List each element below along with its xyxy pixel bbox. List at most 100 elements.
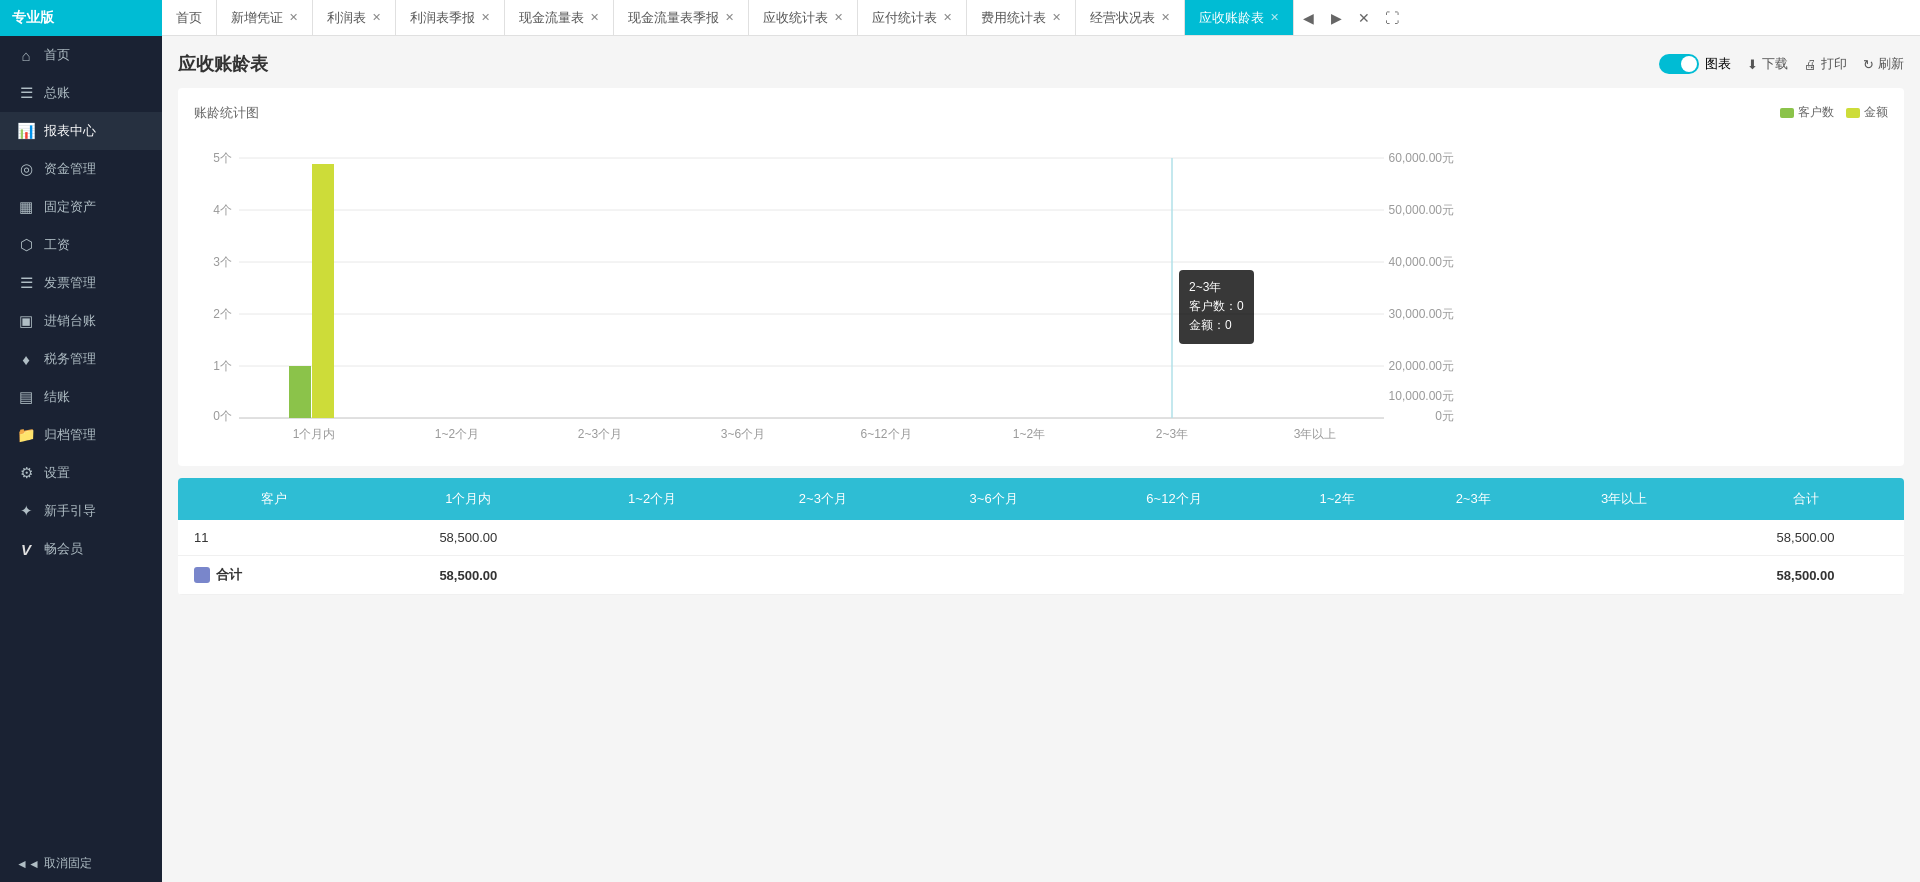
table-total-row: 合计 58,500.00 58,500.00: [178, 556, 1904, 595]
tab-cashflow-close[interactable]: ✕: [590, 11, 599, 24]
cell-y23: [1405, 520, 1541, 556]
assets-icon: ▦: [16, 198, 36, 216]
svg-text:1个: 1个: [213, 359, 232, 373]
download-label: 下载: [1762, 55, 1788, 73]
legend-customers: 客户数: [1780, 104, 1834, 121]
tab-profit-quarterly-label: 利润表季报: [410, 9, 475, 27]
tab-cashflow-quarterly[interactable]: 现金流量表季报 ✕: [614, 0, 749, 36]
sidebar-item-salary[interactable]: ⬡ 工资: [0, 226, 162, 264]
ledger-icon: ☰: [16, 84, 36, 102]
page-title: 应收账龄表: [178, 52, 268, 76]
sidebar-item-archive-label: 归档管理: [44, 426, 96, 444]
svg-text:1~2年: 1~2年: [1013, 427, 1045, 441]
cell-m36: [908, 520, 1079, 556]
col-y3plus: 3年以上: [1541, 478, 1707, 520]
tab-expense-stats-label: 费用统计表: [981, 9, 1046, 27]
sidebar-collapse[interactable]: ◄◄ 取消固定: [0, 845, 162, 882]
svg-text:30,000.00元: 30,000.00元: [1389, 307, 1454, 321]
tab-cashflow-label: 现金流量表: [519, 9, 584, 27]
total-m612: [1079, 556, 1269, 595]
svg-text:1个月内: 1个月内: [293, 427, 336, 441]
cell-customer: 11: [178, 520, 370, 556]
tab-profit[interactable]: 利润表 ✕: [313, 0, 396, 36]
svg-text:2个: 2个: [213, 307, 232, 321]
cell-m612: [1079, 520, 1269, 556]
sidebar-item-assets[interactable]: ▦ 固定资产: [0, 188, 162, 226]
tab-ap-stats[interactable]: 应付统计表 ✕: [858, 0, 967, 36]
tab-home[interactable]: 首页: [162, 0, 217, 36]
sidebar-item-invoice[interactable]: ☰ 发票管理: [0, 264, 162, 302]
page-content: 应收账龄表 图表 ⬇ 下载 🖨 打印 ↻ 刷新: [162, 36, 1920, 882]
sidebar-item-archive[interactable]: 📁 归档管理: [0, 416, 162, 454]
total-y23: [1405, 556, 1541, 595]
sidebar-item-reports-label: 报表中心: [44, 122, 96, 140]
tab-ar-stats-close[interactable]: ✕: [834, 11, 843, 24]
tab-profit-quarterly-close[interactable]: ✕: [481, 11, 490, 24]
tab-ap-stats-close[interactable]: ✕: [943, 11, 952, 24]
tab-profit-close[interactable]: ✕: [372, 11, 381, 24]
tab-expense-stats-close[interactable]: ✕: [1052, 11, 1061, 24]
col-y23: 2~3年: [1405, 478, 1541, 520]
bar-customers-1: [289, 366, 311, 418]
tab-next-btn[interactable]: ▶: [1322, 0, 1350, 36]
svg-text:3个: 3个: [213, 255, 232, 269]
sidebar-item-closing-label: 结账: [44, 388, 70, 406]
print-icon: 🖨: [1804, 57, 1817, 72]
tab-ar-aging-close[interactable]: ✕: [1270, 11, 1279, 24]
tab-prev-btn[interactable]: ◀: [1294, 0, 1322, 36]
tab-profit-quarterly[interactable]: 利润表季报 ✕: [396, 0, 505, 36]
tab-bar: 首页 新增凭证 ✕ 利润表 ✕ 利润表季报 ✕ 现金流量表 ✕ 现金流量表季报 …: [162, 0, 1920, 36]
refresh-btn[interactable]: ↻ 刷新: [1863, 55, 1904, 73]
sidebar-item-ledger[interactable]: ☰ 总账: [0, 74, 162, 112]
sidebar-item-vip[interactable]: V 畅会员: [0, 530, 162, 568]
download-btn[interactable]: ⬇ 下载: [1747, 55, 1788, 73]
closing-icon: ▤: [16, 388, 36, 406]
legend-amount-color: [1846, 108, 1860, 118]
tab-voucher[interactable]: 新增凭证 ✕: [217, 0, 313, 36]
tab-expense-stats[interactable]: 费用统计表 ✕: [967, 0, 1076, 36]
svg-text:0个: 0个: [213, 409, 232, 423]
toggle-knob[interactable]: [1659, 54, 1699, 74]
tab-close-all-btn[interactable]: ✕: [1350, 0, 1378, 36]
col-m12: 1~2个月: [567, 478, 738, 520]
svg-text:2~3个月: 2~3个月: [578, 427, 622, 441]
sidebar-item-purchase[interactable]: ▣ 进销台账: [0, 302, 162, 340]
sidebar-item-closing[interactable]: ▤ 结账: [0, 378, 162, 416]
total-m12: [567, 556, 738, 595]
legend-customers-label: 客户数: [1798, 104, 1834, 121]
print-btn[interactable]: 🖨 打印: [1804, 55, 1847, 73]
total-y3plus: [1541, 556, 1707, 595]
chart-toggle[interactable]: 图表: [1659, 54, 1731, 74]
tab-ar-aging-label: 应收账龄表: [1199, 9, 1264, 27]
tab-operation-label: 经营状况表: [1090, 9, 1155, 27]
tab-fullscreen-btn[interactable]: ⛶: [1378, 0, 1406, 36]
sidebar-item-guide[interactable]: ✦ 新手引导: [0, 492, 162, 530]
sidebar-item-home[interactable]: ⌂ 首页: [0, 36, 162, 74]
tab-operation[interactable]: 经营状况表 ✕: [1076, 0, 1185, 36]
col-m612: 6~12个月: [1079, 478, 1269, 520]
sidebar-item-settings[interactable]: ⚙ 设置: [0, 454, 162, 492]
tab-operation-close[interactable]: ✕: [1161, 11, 1170, 24]
tab-cashflow[interactable]: 现金流量表 ✕: [505, 0, 614, 36]
sidebar-item-reports[interactable]: 📊 报表中心: [0, 112, 162, 150]
chart-svg-wrapper: 5个 4个 3个 2个 1个 0个 60,000.00元 50,000.00元 …: [194, 130, 1888, 450]
tab-cashflow-quarterly-close[interactable]: ✕: [725, 11, 734, 24]
legend-amount-label: 金额: [1864, 104, 1888, 121]
tab-voucher-label: 新增凭证: [231, 9, 283, 27]
tab-ar-stats[interactable]: 应收统计表 ✕: [749, 0, 858, 36]
sidebar-item-guide-label: 新手引导: [44, 502, 96, 520]
col-m1: 1个月内: [370, 478, 567, 520]
collapse-label: 取消固定: [44, 855, 92, 872]
col-m23: 2~3个月: [737, 478, 908, 520]
sidebar-item-funds[interactable]: ◎ 资金管理: [0, 150, 162, 188]
sidebar-item-tax[interactable]: ♦ 税务管理: [0, 340, 162, 378]
tab-voucher-close[interactable]: ✕: [289, 11, 298, 24]
table-header-row: 客户 1个月内 1~2个月 2~3个月 3~6个月 6~12个月 1~2年 2~…: [178, 478, 1904, 520]
total-icon: [194, 567, 210, 583]
svg-text:3~6个月: 3~6个月: [721, 427, 765, 441]
app-logo: 专业版: [0, 0, 162, 36]
cell-m23: [737, 520, 908, 556]
salary-icon: ⬡: [16, 236, 36, 254]
tab-profit-label: 利润表: [327, 9, 366, 27]
tab-ar-aging[interactable]: 应收账龄表 ✕: [1185, 0, 1294, 36]
